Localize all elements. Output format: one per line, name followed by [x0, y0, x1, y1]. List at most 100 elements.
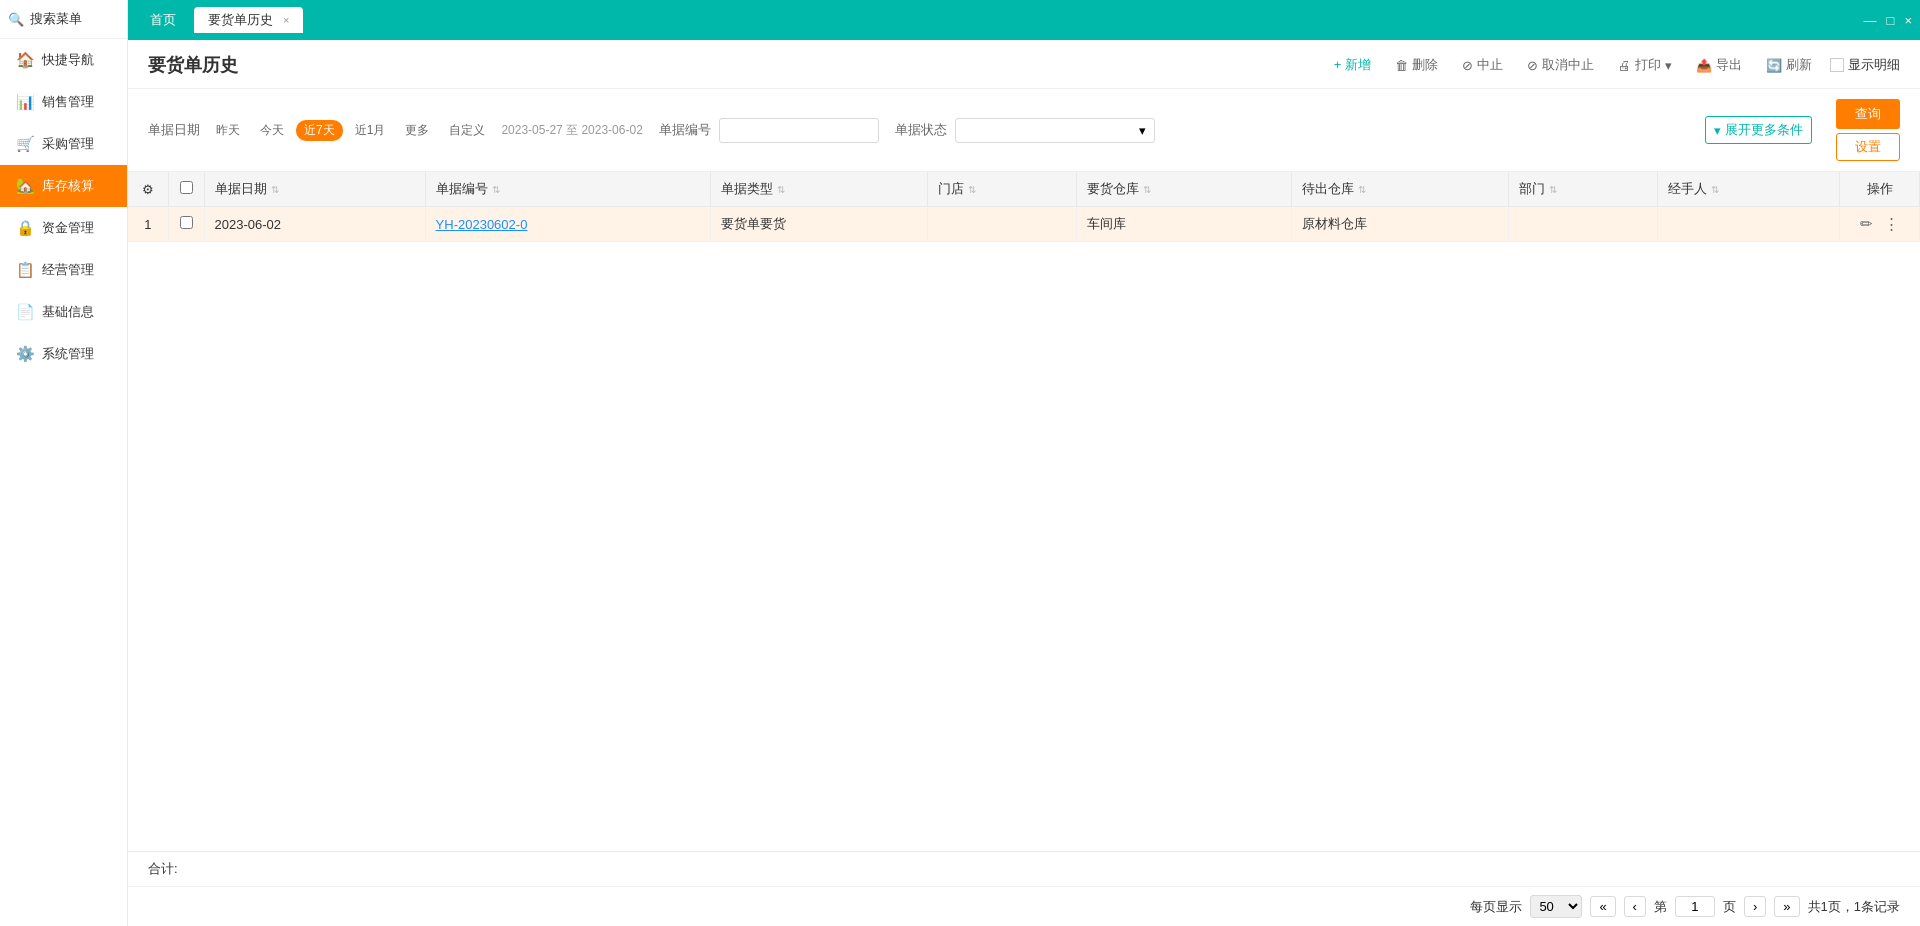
purchase-icon: 🛒: [16, 135, 34, 153]
row-doc-no[interactable]: YH-20230602-0: [425, 207, 710, 242]
display-detail-checkbox[interactable]: [1830, 58, 1844, 72]
print-label: 打印: [1635, 56, 1661, 74]
refresh-icon: 🔄: [1766, 58, 1782, 73]
per-page-label: 每页显示: [1470, 898, 1522, 916]
col-checkbox-header[interactable]: [168, 172, 204, 207]
sidebar-item-label: 快捷导航: [42, 51, 94, 69]
next-page-btn[interactable]: ›: [1744, 896, 1766, 917]
col-date-label: 单据日期: [215, 181, 267, 196]
doc-number-input[interactable]: [719, 118, 879, 143]
col-date: 单据日期 ⇅: [204, 172, 425, 207]
system-icon: ⚙️: [16, 345, 34, 363]
basic-info-icon: 📄: [16, 303, 34, 321]
sidebar-item-purchase[interactable]: 🛒 采购管理: [0, 123, 127, 165]
date-shortcut-7days[interactable]: 近7天: [296, 120, 343, 141]
expand-more-btn[interactable]: ▾ 展开更多条件: [1705, 116, 1812, 144]
window-close-btn[interactable]: ×: [1904, 13, 1912, 28]
col-pending-warehouse: 待出仓库 ⇅: [1291, 172, 1508, 207]
per-page-select[interactable]: 10 20 50 100: [1530, 895, 1582, 918]
date-shortcut-yesterday[interactable]: 昨天: [208, 120, 248, 141]
toolbar: + 新增 🗑 删除 ⊘ 中止 ⊘ 取消中止 🖨 打印 ▾: [1328, 52, 1900, 78]
sidebar-item-system[interactable]: ⚙️ 系统管理: [0, 333, 127, 375]
sidebar-item-operations[interactable]: 📋 经营管理: [0, 249, 127, 291]
col-doc-no-label: 单据编号: [436, 181, 488, 196]
sort-doc-no-icon[interactable]: ⇅: [492, 184, 500, 195]
page-header: 要货单历史 + 新增 🗑 删除 ⊘ 中止 ⊘ 取消中止 🖨 打印: [128, 40, 1920, 89]
tab-active-label: 要货单历史: [208, 11, 273, 29]
col-pending-warehouse-label: 待出仓库: [1302, 181, 1354, 196]
page-title: 要货单历史: [148, 53, 238, 77]
tab-home[interactable]: 首页: [136, 7, 190, 33]
col-department: 部门 ⇅: [1508, 172, 1657, 207]
col-doc-type: 单据类型⇅: [710, 172, 927, 207]
doc-status-filter-group: 单据状态 ▾: [895, 118, 1155, 143]
date-shortcut-1month[interactable]: 近1月: [347, 120, 394, 141]
delete-button[interactable]: 🗑 删除: [1389, 52, 1444, 78]
display-detail-button[interactable]: 显示明细: [1830, 56, 1900, 74]
print-button[interactable]: 🖨 打印 ▾: [1612, 52, 1678, 78]
table-area: ⚙ 单据日期⇅ 单据编号⇅ 单据类型⇅ 门店⇅ 要货仓库⇅ 待出仓库⇅ 部门⇅ …: [128, 172, 1920, 851]
sidebar-item-label: 经营管理: [42, 261, 94, 279]
sort-date-icon[interactable]: ⇅: [271, 184, 279, 195]
col-department-label: 部门: [1519, 181, 1545, 196]
display-detail-label: 显示明细: [1848, 56, 1900, 74]
sort-handler-icon[interactable]: ⇅: [1711, 184, 1719, 195]
tab-home-label: 首页: [150, 11, 176, 29]
window-minimize-btn[interactable]: —: [1864, 13, 1877, 28]
last-page-btn[interactable]: »: [1774, 896, 1799, 917]
col-settings[interactable]: ⚙: [128, 172, 168, 207]
finance-icon: 🔒: [16, 219, 34, 237]
cancel-stop-button[interactable]: ⊘ 取消中止: [1521, 52, 1600, 78]
row-more-btn[interactable]: ⋮: [1880, 213, 1903, 234]
prev-page-btn[interactable]: ‹: [1624, 896, 1646, 917]
select-all-checkbox[interactable]: [180, 181, 193, 194]
sort-req-warehouse-icon[interactable]: ⇅: [1143, 184, 1151, 195]
date-shortcut-custom[interactable]: 自定义: [441, 120, 493, 141]
cancel-stop-icon: ⊘: [1527, 58, 1538, 73]
query-button[interactable]: 查询: [1836, 99, 1900, 129]
refresh-button[interactable]: 🔄 刷新: [1760, 52, 1818, 78]
sidebar-item-quick-nav[interactable]: 🏠 快捷导航: [0, 39, 127, 81]
page-number-input[interactable]: [1675, 896, 1715, 917]
row-date: 2023-06-02: [204, 207, 425, 242]
row-pending-warehouse: 原材料仓库: [1291, 207, 1508, 242]
window-maximize-btn[interactable]: □: [1887, 13, 1895, 28]
total-info: 共1页，1条记录: [1808, 898, 1900, 916]
stop-button[interactable]: ⊘ 中止: [1456, 52, 1509, 78]
sidebar-item-label: 资金管理: [42, 219, 94, 237]
col-req-warehouse: 要货仓库⇅: [1076, 172, 1291, 207]
sidebar-search[interactable]: 🔍 搜索菜单: [0, 0, 127, 39]
tab-close-btn[interactable]: ×: [283, 14, 289, 26]
export-button[interactable]: 📤 导出: [1690, 52, 1748, 78]
col-store-label: 门店: [938, 181, 964, 196]
tab-active[interactable]: 要货单历史 ×: [194, 7, 303, 33]
sort-pending-warehouse-icon[interactable]: ⇅: [1358, 184, 1366, 195]
sidebar-item-finance[interactable]: 🔒 资金管理: [0, 207, 127, 249]
sidebar-item-basic-info[interactable]: 📄 基础信息: [0, 291, 127, 333]
date-shortcut-more[interactable]: 更多: [397, 120, 437, 141]
doc-status-select[interactable]: ▾: [955, 118, 1155, 143]
summary-label: 合计:: [148, 860, 178, 878]
doc-no-link[interactable]: YH-20230602-0: [436, 217, 528, 232]
sort-store-icon[interactable]: ⇅: [968, 184, 976, 195]
first-page-btn[interactable]: «: [1590, 896, 1615, 917]
date-shortcut-today[interactable]: 今天: [252, 120, 292, 141]
row-edit-btn[interactable]: ✏: [1856, 213, 1877, 234]
sidebar-item-inventory[interactable]: 🏡 库存核算: [0, 165, 127, 207]
date-filter-group: 单据日期 昨天 今天 近7天 近1月 更多 自定义 2023-05-27 至 2…: [148, 120, 643, 141]
col-doc-no: 单据编号 ⇅: [425, 172, 710, 207]
add-button[interactable]: + 新增: [1328, 52, 1377, 78]
table-row[interactable]: 1 2023-06-02 YH-20230602-0 要货单要货 车间库 原材料…: [128, 207, 1920, 242]
sort-department-icon[interactable]: ⇅: [1549, 184, 1557, 195]
row-checkbox[interactable]: [180, 216, 193, 229]
row-checkbox-cell[interactable]: [168, 207, 204, 242]
col-handler: 经手人⇅: [1658, 172, 1840, 207]
date-range-text: 2023-05-27 至 2023-06-02: [501, 122, 642, 139]
setting-button[interactable]: 设置: [1836, 133, 1900, 161]
inventory-icon: 🏡: [16, 177, 34, 195]
sort-doc-type-icon[interactable]: ⇅: [777, 184, 785, 195]
doc-number-label: 单据编号: [659, 121, 711, 139]
sidebar-item-sales[interactable]: 📊 销售管理: [0, 81, 127, 123]
stop-icon: ⊘: [1462, 58, 1473, 73]
row-action-cell: ✏ ⋮: [1840, 207, 1920, 242]
